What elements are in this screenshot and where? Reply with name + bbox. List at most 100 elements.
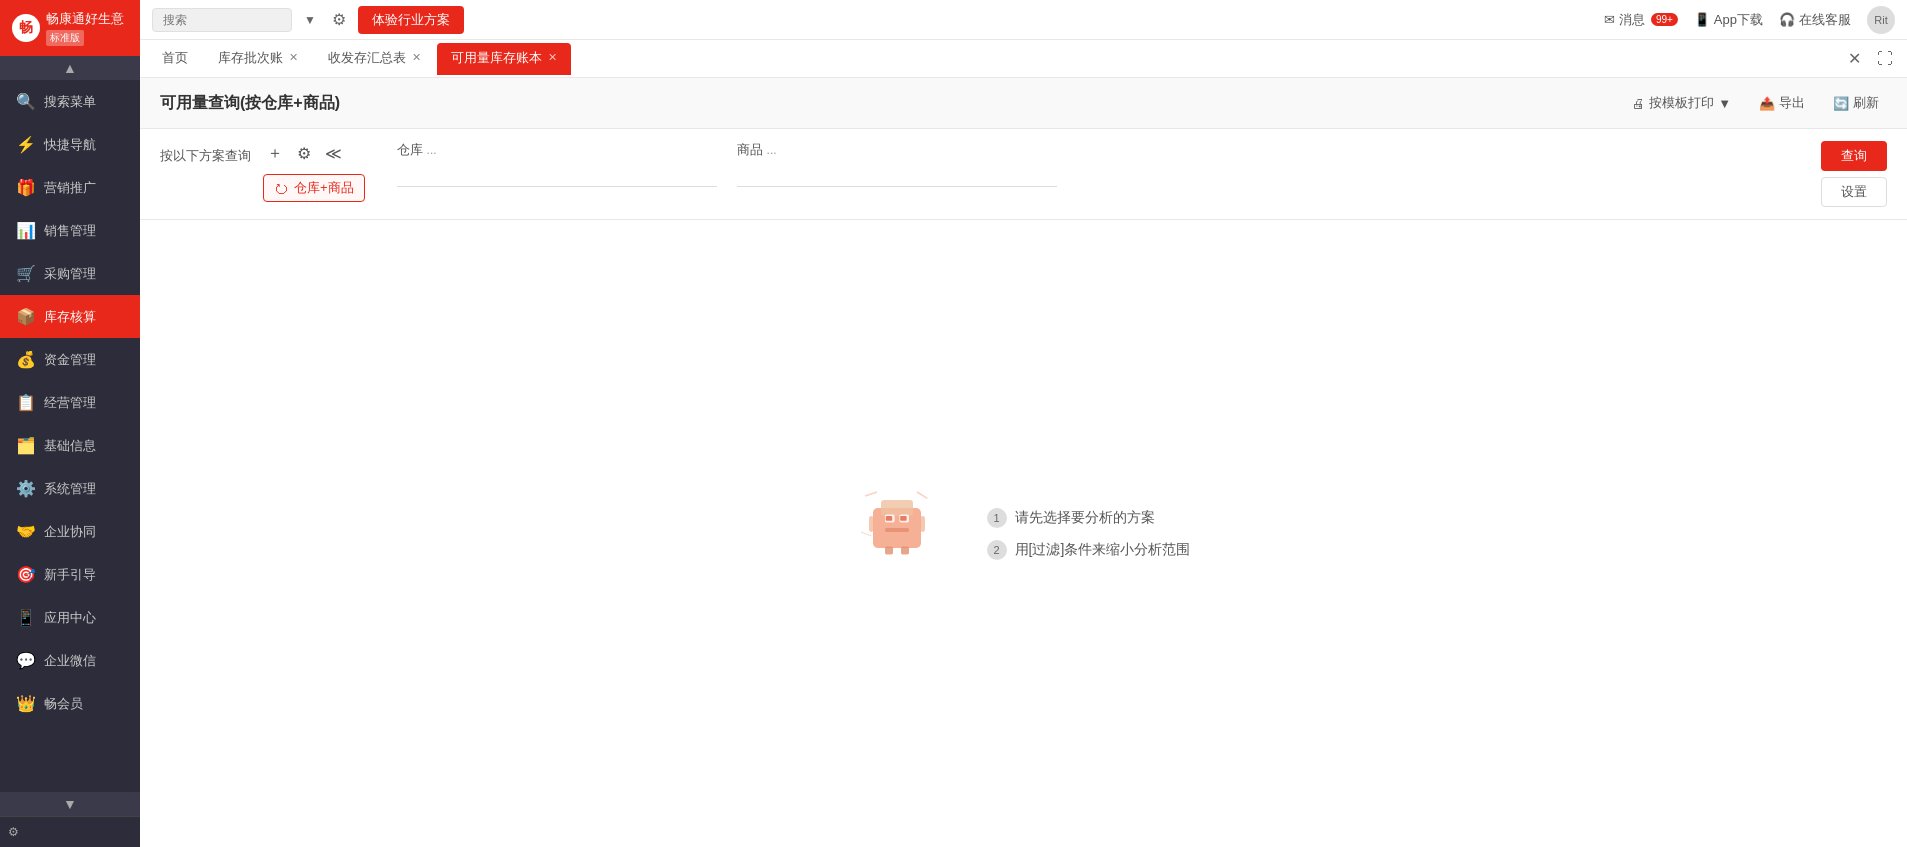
app-icon: 📱: [1694, 12, 1710, 27]
tab-collect-summary-close[interactable]: ✕: [412, 51, 421, 64]
tip-text-2: 用[过滤]条件来缩小分析范围: [1015, 541, 1191, 559]
tab-expand-btn[interactable]: ⛶: [1871, 47, 1899, 70]
tab-available-ledger-label: 可用量库存账本: [451, 49, 542, 67]
sidebar-label-purchase: 采购管理: [44, 265, 96, 283]
sidebar-icon-purchase: 🛒: [16, 264, 36, 283]
filter-option-label: 仓库+商品: [294, 179, 354, 197]
sidebar-icon-finance: 💰: [16, 350, 36, 369]
sidebar-nav: 🔍 搜索菜单 ⚡快捷导航🎁营销推广📊销售管理 🛒 采购管理 📦 库存核算 💰 资金管理 📋经营管理…: [0, 80, 140, 792]
sidebar-item-finance[interactable]: 💰 资金管理: [0, 338, 140, 381]
export-btn[interactable]: 📤 导出: [1751, 90, 1813, 116]
online-service-btn[interactable]: 🎧 在线客服: [1779, 11, 1851, 29]
filter-options: ＋ ⚙ ≪ ⭮ 仓库+商品: [263, 141, 365, 202]
sidebar-item-operation[interactable]: 📋经营管理: [0, 381, 140, 424]
sidebar-item-newbie[interactable]: 🎯新手引导: [0, 553, 140, 596]
tabbar: 首页 库存批次账 ✕ 收发存汇总表 ✕ 可用量库存账本 ✕ ✕ ⛶: [140, 40, 1907, 78]
sidebar-item-system[interactable]: ⚙️系统管理: [0, 467, 140, 510]
tab-collect-summary[interactable]: 收发存汇总表 ✕: [314, 43, 435, 75]
filter-field-goods-label: 商品 ...: [737, 141, 1057, 159]
message-btn[interactable]: ✉ 消息 99+: [1604, 11, 1678, 29]
filter-label: 按以下方案查询: [160, 141, 251, 165]
warehouse-more-btn[interactable]: ...: [427, 143, 437, 157]
sidebar-label-sales: 销售管理: [44, 222, 96, 240]
sidebar-item-collab[interactable]: 🤝 企业协同: [0, 510, 140, 553]
sidebar-item-member[interactable]: 👑 畅会员: [0, 682, 140, 725]
sidebar-item-shortcut[interactable]: ⚡快捷导航: [0, 123, 140, 166]
topbar: ▼ ⚙ 体验行业方案 ✉ 消息 99+ 📱 App下载 🎧 在线客服 Rit: [140, 0, 1907, 40]
sidebar-label-wechat: 企业微信: [44, 652, 96, 670]
sidebar-label-marketing: 营销推广: [44, 179, 96, 197]
message-label: 消息: [1619, 11, 1645, 29]
topbar-settings-btn[interactable]: ⚙: [328, 8, 350, 31]
sidebar-item-inventory[interactable]: 📦 库存核算: [0, 295, 140, 338]
sidebar-icon-collab: 🤝: [16, 522, 36, 541]
svg-line-11: [865, 492, 877, 496]
print-dropdown-icon: ▼: [1718, 96, 1731, 111]
empty-state: 1 请先选择要分析的方案 2 用[过滤]条件来缩小分析范围: [140, 220, 1907, 847]
sidebar-label-finance: 资金管理: [44, 351, 96, 369]
sidebar-icon-basic: 🗂️: [16, 436, 36, 455]
sidebar-icon-search: 🔍: [16, 92, 36, 111]
filter-field-goods: 商品 ...: [737, 141, 1057, 187]
app-download-btn[interactable]: 📱 App下载: [1694, 11, 1763, 29]
filter-add-btn[interactable]: ＋: [263, 141, 287, 166]
sidebar-item-sales[interactable]: 📊销售管理: [0, 209, 140, 252]
svg-rect-1: [881, 500, 913, 516]
tab-batch-account[interactable]: 库存批次账 ✕: [204, 43, 312, 75]
sidebar-item-wechat[interactable]: 💬 企业微信: [0, 639, 140, 682]
filter-config-btn[interactable]: ⚙: [293, 142, 315, 165]
sidebar-icon-inventory: 📦: [16, 307, 36, 326]
tab-available-ledger-close[interactable]: ✕: [548, 51, 557, 64]
logo-icon: 畅: [12, 14, 40, 42]
search-dropdown-btn[interactable]: ▼: [300, 11, 320, 29]
filter-area: 按以下方案查询 ＋ ⚙ ≪ ⭮ 仓库+商品 仓库 ...: [140, 129, 1907, 220]
industry-btn[interactable]: 体验行业方案: [358, 6, 464, 34]
sidebar-scroll-down[interactable]: ▼: [0, 792, 140, 816]
goods-more-btn[interactable]: ...: [767, 143, 777, 157]
sidebar-item-appstore[interactable]: 📱应用中心: [0, 596, 140, 639]
service-label: 在线客服: [1799, 11, 1851, 29]
tip-num-1: 1: [987, 508, 1007, 528]
svg-rect-7: [869, 516, 874, 532]
sidebar-item-search[interactable]: 🔍 搜索菜单: [0, 80, 140, 123]
sidebar-icon-wechat: 💬: [16, 651, 36, 670]
sidebar-label-collab: 企业协同: [44, 523, 96, 541]
goods-label-text: 商品: [737, 141, 763, 159]
tip-num-2: 2: [987, 540, 1007, 560]
sidebar-label-inventory: 库存核算: [44, 308, 96, 326]
sidebar-icon-member: 👑: [16, 694, 36, 713]
svg-rect-6: [885, 528, 909, 532]
sidebar-scroll-up[interactable]: ▲: [0, 56, 140, 80]
filter-collapse-btn[interactable]: ≪: [321, 142, 346, 165]
sidebar-label-appstore: 应用中心: [44, 609, 96, 627]
filter-fields: 仓库 ... 商品 ...: [397, 141, 1809, 187]
filter-option-warehouse-goods[interactable]: ⭮ 仓库+商品: [263, 174, 365, 202]
print-icon: 🖨: [1632, 96, 1645, 111]
tab-available-ledger[interactable]: 可用量库存账本 ✕: [437, 43, 571, 75]
tab-batch-account-close[interactable]: ✕: [289, 51, 298, 64]
filter-option-icon: ⭮: [274, 180, 288, 196]
sidebar-label-search: 搜索菜单: [44, 93, 96, 111]
empty-illustration: [857, 484, 957, 584]
sidebar-item-basic[interactable]: 🗂️基础信息: [0, 424, 140, 467]
sidebar-bottom: ⚙: [0, 816, 140, 847]
filter-field-warehouse-label: 仓库 ...: [397, 141, 717, 159]
sidebar-label-operation: 经营管理: [44, 394, 96, 412]
refresh-btn[interactable]: 🔄 刷新: [1825, 90, 1887, 116]
filter-field-warehouse: 仓库 ...: [397, 141, 717, 187]
tab-close-all-btn[interactable]: ✕: [1842, 47, 1867, 70]
goods-input[interactable]: [737, 163, 1057, 187]
query-btn[interactable]: 查询: [1821, 141, 1887, 171]
tab-home[interactable]: 首页: [148, 43, 202, 75]
sidebar: 畅 畅康通好生意 标准版 ▲ 🔍 搜索菜单 ⚡快捷导航🎁营销推广📊销售管理 🛒 采购管理…: [0, 0, 140, 847]
search-input[interactable]: [152, 8, 292, 32]
avatar[interactable]: Rit: [1867, 6, 1895, 34]
sidebar-item-marketing[interactable]: 🎁营销推广: [0, 166, 140, 209]
logo-text: 畅康通好生意 标准版: [46, 10, 124, 46]
sidebar-item-purchase[interactable]: 🛒 采购管理: [0, 252, 140, 295]
warehouse-input[interactable]: [397, 163, 717, 187]
settings-sm-btn[interactable]: 设置: [1821, 177, 1887, 207]
tip-text-1: 请先选择要分析的方案: [1015, 509, 1155, 527]
print-btn[interactable]: 🖨 按模板打印 ▼: [1624, 90, 1739, 116]
sidebar-label-member: 畅会员: [44, 695, 83, 713]
